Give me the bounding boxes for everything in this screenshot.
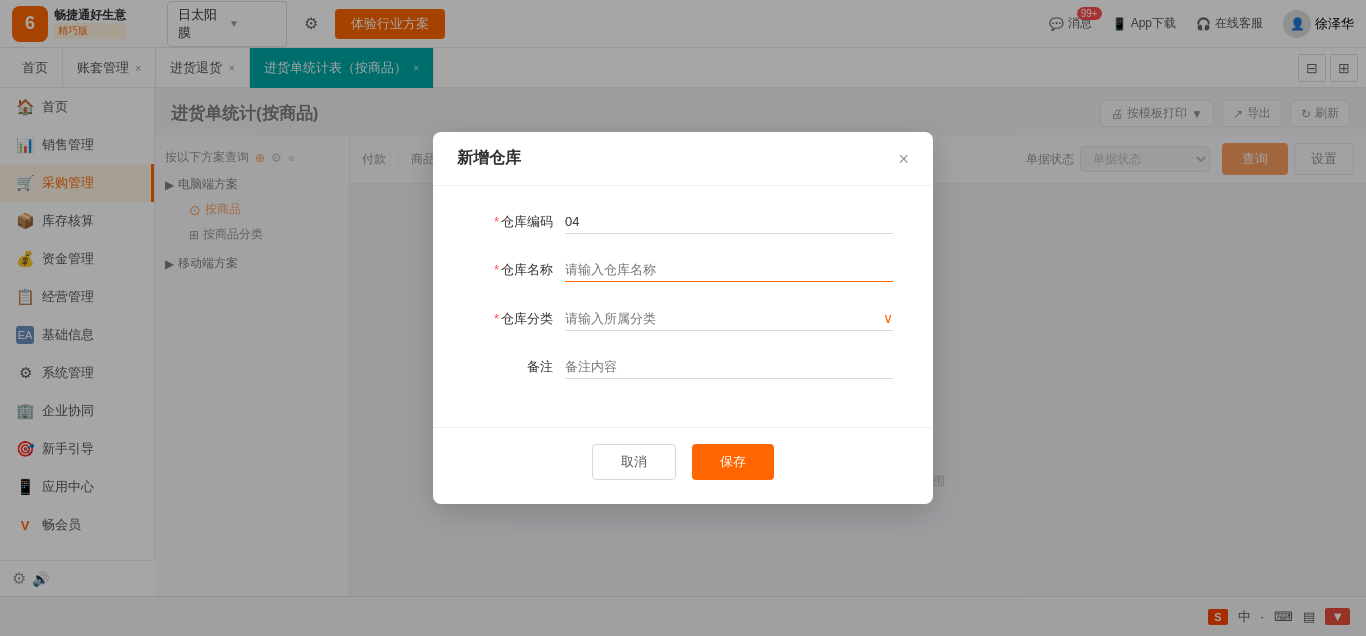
- name-label: 仓库名称: [473, 261, 553, 279]
- category-dropdown-icon: ∨: [883, 310, 893, 326]
- category-input[interactable]: [565, 311, 883, 326]
- remark-label: 备注: [473, 358, 553, 376]
- remark-input[interactable]: [565, 355, 893, 379]
- modal-title: 新增仓库: [457, 148, 521, 169]
- name-input[interactable]: [565, 258, 893, 282]
- save-button[interactable]: 保存: [692, 444, 774, 480]
- modal-body: 仓库编码 仓库名称 仓库分类 ∨ 备注: [433, 186, 933, 427]
- code-label: 仓库编码: [473, 213, 553, 231]
- new-warehouse-modal: 新增仓库 × 仓库编码 仓库名称 仓库分类 ∨: [433, 132, 933, 504]
- category-select-wrap[interactable]: ∨: [565, 306, 893, 331]
- modal-overlay: 新增仓库 × 仓库编码 仓库名称 仓库分类 ∨: [0, 0, 1366, 636]
- form-row-category: 仓库分类 ∨: [473, 306, 893, 331]
- code-input[interactable]: [565, 210, 893, 234]
- modal-header: 新增仓库 ×: [433, 132, 933, 186]
- form-row-remark: 备注: [473, 355, 893, 379]
- cancel-button[interactable]: 取消: [592, 444, 676, 480]
- category-label: 仓库分类: [473, 310, 553, 328]
- modal-close-button[interactable]: ×: [898, 150, 909, 168]
- form-row-name: 仓库名称: [473, 258, 893, 282]
- modal-footer: 取消 保存: [433, 427, 933, 504]
- form-row-code: 仓库编码: [473, 210, 893, 234]
